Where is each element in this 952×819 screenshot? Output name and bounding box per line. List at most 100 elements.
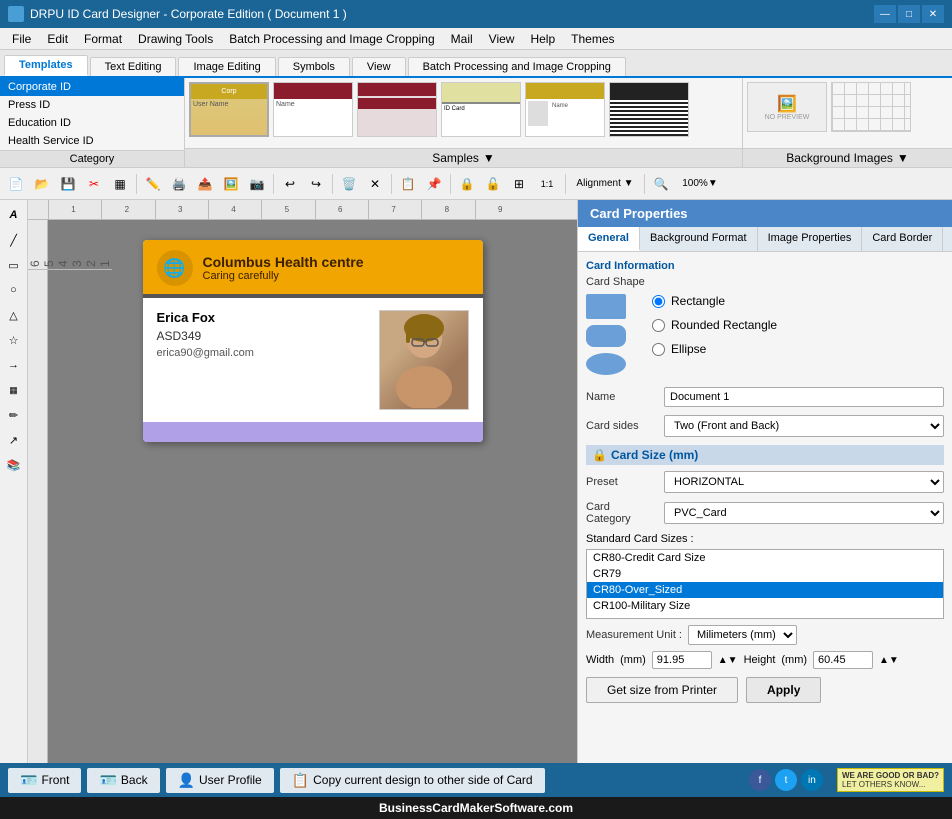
facebook-icon[interactable]: f: [749, 769, 771, 791]
apply-button[interactable]: Apply: [746, 677, 821, 703]
arrow-tool[interactable]: →: [3, 354, 25, 376]
user-profile-tab[interactable]: 👤 User Profile: [166, 768, 274, 793]
radio-rounded-input[interactable]: [652, 319, 665, 332]
canvas-content[interactable]: 🌐 Columbus Health centre Caring carefull…: [48, 220, 577, 763]
text-tool[interactable]: A: [3, 204, 25, 226]
tab-text-editing[interactable]: Text Editing: [90, 57, 177, 76]
rect-tool[interactable]: ▭: [3, 254, 25, 276]
lock-button[interactable]: 🔒: [455, 172, 479, 196]
props-tab-general[interactable]: General: [578, 227, 640, 251]
menu-format[interactable]: Format: [76, 30, 130, 48]
tab-view[interactable]: View: [352, 57, 406, 76]
menu-themes[interactable]: Themes: [563, 30, 622, 48]
bg-thumb-nopreview[interactable]: 🖼️ NO PREVIEW: [747, 82, 827, 132]
props-tab-border[interactable]: Card Border: [862, 227, 943, 251]
maximize-button[interactable]: □: [898, 5, 920, 23]
zoom-input[interactable]: 100%▼: [675, 172, 725, 196]
delete-button[interactable]: 🗑️: [337, 172, 361, 196]
name-input[interactable]: [664, 387, 944, 407]
card-size-list[interactable]: CR80-Credit Card Size CR79 CR80-Over_Siz…: [586, 549, 944, 619]
grid-button[interactable]: ⊞: [507, 172, 531, 196]
sample-card-2[interactable]: Name: [273, 82, 353, 137]
menu-edit[interactable]: Edit: [39, 30, 76, 48]
category-item-health[interactable]: Health Service ID: [0, 132, 184, 150]
cut-button[interactable]: ✂: [82, 172, 106, 196]
actual-size-button[interactable]: 1:1: [533, 172, 561, 196]
zoom-out-button[interactable]: 🔍: [649, 172, 673, 196]
category-item-press[interactable]: Press ID: [0, 96, 184, 114]
linkedin-icon[interactable]: in: [801, 769, 823, 791]
height-spinner[interactable]: ▲▼: [879, 655, 899, 666]
category-item-corporate[interactable]: Corporate ID: [0, 78, 184, 96]
image-button[interactable]: 🖼️: [219, 172, 243, 196]
bg-dropdown-icon[interactable]: ▼: [897, 151, 909, 165]
radio-ellipse[interactable]: Ellipse: [652, 342, 777, 356]
menu-batch[interactable]: Batch Processing and Image Cropping: [221, 30, 442, 48]
menu-mail[interactable]: Mail: [443, 30, 481, 48]
select-tool[interactable]: ↗: [3, 429, 25, 451]
height-input[interactable]: [813, 651, 873, 669]
save-button[interactable]: 💾: [56, 172, 80, 196]
copy-tab[interactable]: 📋 Copy current design to other side of C…: [280, 768, 545, 793]
category-item-education[interactable]: Education ID: [0, 114, 184, 132]
twitter-icon[interactable]: t: [775, 769, 797, 791]
size-cr79[interactable]: CR79: [587, 566, 943, 582]
props-tab-image[interactable]: Image Properties: [758, 227, 863, 251]
open-button[interactable]: 📂: [30, 172, 54, 196]
menu-file[interactable]: File: [4, 30, 39, 48]
measurement-select[interactable]: Milimeters (mm) Inches Pixels: [688, 625, 797, 645]
circle-tool[interactable]: ○: [3, 279, 25, 301]
pencil-tool[interactable]: ✏: [3, 404, 25, 426]
menu-drawing[interactable]: Drawing Tools: [130, 30, 221, 48]
width-input[interactable]: [652, 651, 712, 669]
edit-button[interactable]: ✏️: [141, 172, 165, 196]
id-card[interactable]: 🌐 Columbus Health centre Caring carefull…: [143, 240, 483, 442]
tab-batch[interactable]: Batch Processing and Image Cropping: [408, 57, 626, 76]
preset-select[interactable]: HORIZONTAL VERTICAL: [664, 471, 944, 493]
line-tool[interactable]: ╱: [3, 229, 25, 251]
paste-button[interactable]: 📌: [422, 172, 446, 196]
tab-image-editing[interactable]: Image Editing: [178, 57, 275, 76]
clear-button[interactable]: ✕: [363, 172, 387, 196]
unlock-button[interactable]: 🔓: [481, 172, 505, 196]
book-tool[interactable]: 📚: [3, 454, 25, 476]
width-spinner-up[interactable]: ▲▼: [718, 655, 738, 666]
samples-dropdown-icon[interactable]: ▼: [483, 151, 495, 165]
card-sides-select[interactable]: Two (Front and Back) Single Side: [664, 415, 944, 437]
barcode2-tool[interactable]: ▦: [3, 379, 25, 401]
tab-templates[interactable]: Templates: [4, 55, 88, 76]
samples-scroll[interactable]: Corp User Name Name ID Card Name: [185, 78, 742, 148]
redo-button[interactable]: ↪: [304, 172, 328, 196]
star-tool[interactable]: ☆: [3, 329, 25, 351]
props-tab-background[interactable]: Background Format: [640, 227, 758, 251]
sample-card-4[interactable]: ID Card: [441, 82, 521, 137]
export-button[interactable]: 📤: [193, 172, 217, 196]
size-cr80[interactable]: CR80-Credit Card Size: [587, 550, 943, 566]
front-tab[interactable]: 🪪 Front: [8, 768, 81, 793]
sample-card-5[interactable]: Name: [525, 82, 605, 137]
radio-rectangle[interactable]: Rectangle: [652, 294, 777, 308]
close-button[interactable]: ✕: [922, 5, 944, 23]
print-button[interactable]: 🖨️: [167, 172, 191, 196]
feedback-box[interactable]: WE ARE GOOD OR BAD? LET OTHERS KNOW...: [837, 768, 944, 792]
size-cr100[interactable]: CR100-Military Size: [587, 598, 943, 614]
menu-help[interactable]: Help: [522, 30, 563, 48]
size-cr80-over[interactable]: CR80-Over_Sized: [587, 582, 943, 598]
radio-rounded[interactable]: Rounded Rectangle: [652, 318, 777, 332]
back-tab[interactable]: 🪪 Back: [87, 768, 159, 793]
canvas-area[interactable]: 1 2 3 4 5 6 7 8 9 1 2 3 4: [28, 200, 577, 763]
bg-scroll[interactable]: 🖼️ NO PREVIEW: [743, 78, 952, 148]
sample-card-3[interactable]: [357, 82, 437, 137]
tab-symbols[interactable]: Symbols: [278, 57, 350, 76]
radio-rectangle-input[interactable]: [652, 295, 665, 308]
sample-card-6[interactable]: [609, 82, 689, 137]
get-size-button[interactable]: Get size from Printer: [586, 677, 738, 703]
menu-view[interactable]: View: [481, 30, 523, 48]
copy-button[interactable]: 📋: [396, 172, 420, 196]
bg-thumb-grid[interactable]: [831, 82, 911, 132]
photo-button[interactable]: 📷: [245, 172, 269, 196]
new-button[interactable]: 📄: [4, 172, 28, 196]
card-category-select[interactable]: PVC_Card Paper: [664, 502, 944, 524]
radio-ellipse-input[interactable]: [652, 343, 665, 356]
minimize-button[interactable]: —: [874, 5, 896, 23]
